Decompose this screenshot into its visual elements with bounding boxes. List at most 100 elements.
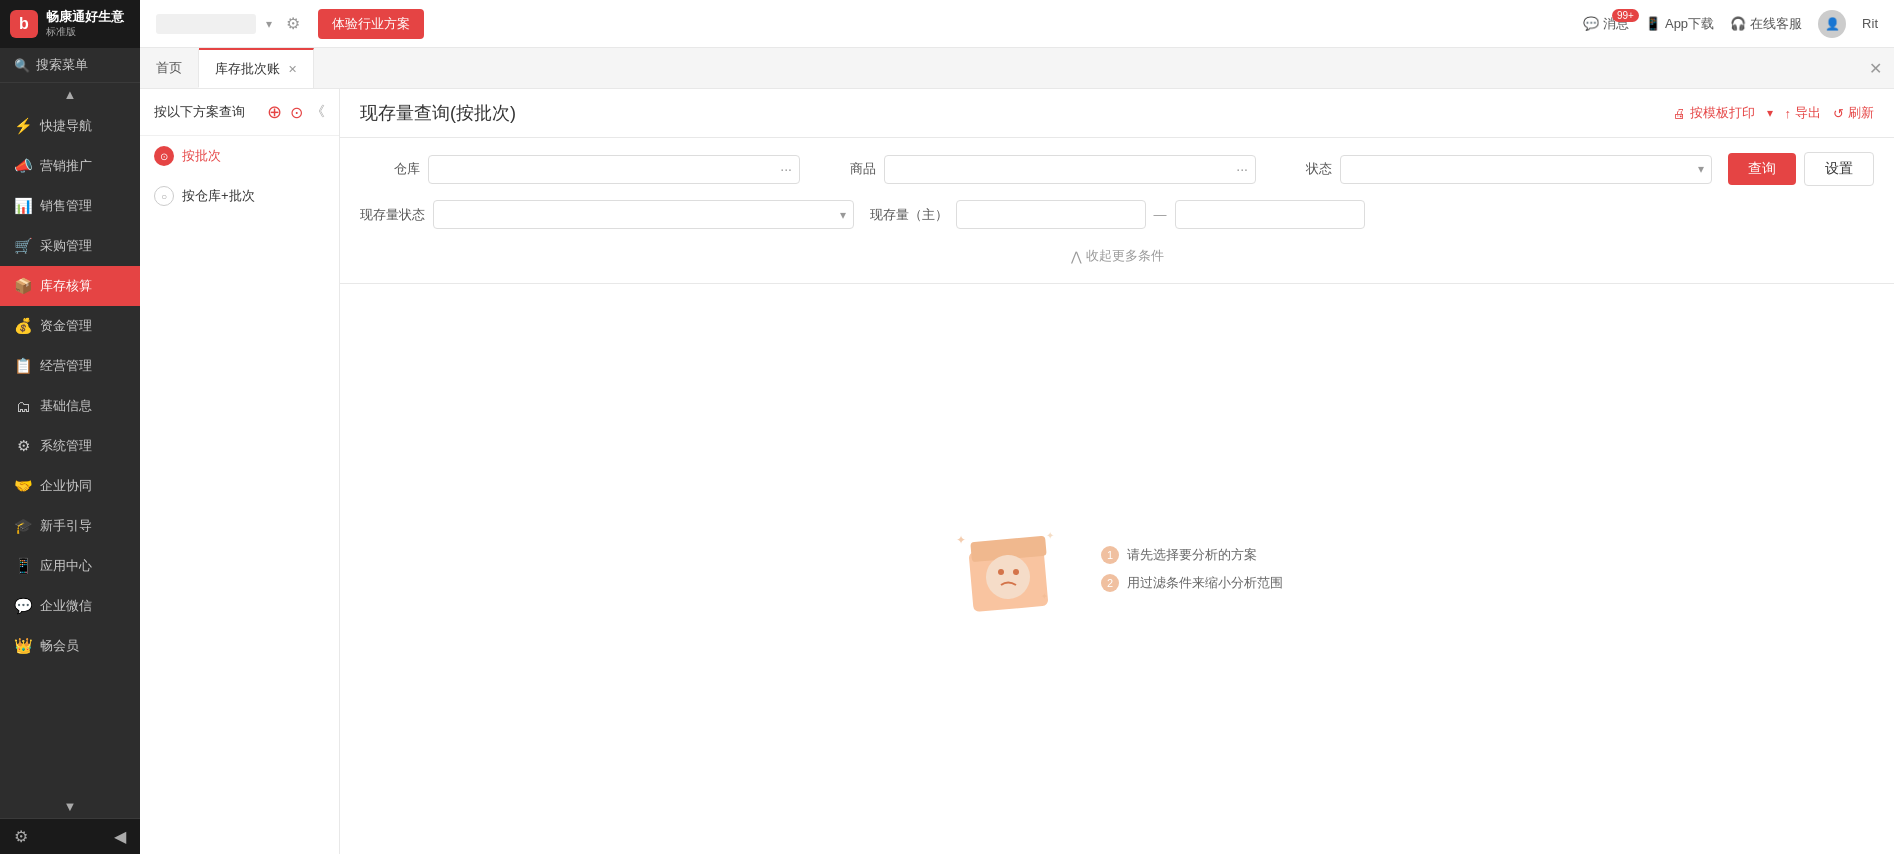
query-button[interactable]: 查询: [1728, 153, 1796, 185]
empty-tip-1: 1 请先选择要分析的方案: [1101, 546, 1283, 564]
content-header: 现存量查询(按批次) 🖨 按模板打印 ▾ ↑ 导出 ↺ 刷新: [340, 89, 1894, 138]
filter-item-label: 按批次: [182, 147, 221, 165]
service-button[interactable]: 🎧 在线客服: [1730, 15, 1802, 33]
sidebar-item-purchase[interactable]: 🛒 采购管理: [0, 226, 140, 266]
sidebar-settings-icon[interactable]: ⚙: [14, 827, 28, 846]
sidebar-item-operation[interactable]: 📋 经营管理: [0, 346, 140, 386]
header-actions: 🖨 按模板打印 ▾ ↑ 导出 ↺ 刷新: [1673, 104, 1875, 122]
inventory-qty-dash: —: [1154, 207, 1167, 222]
print-label: 按模板打印: [1690, 104, 1755, 122]
sidebar-item-system[interactable]: ⚙ 系统管理: [0, 426, 140, 466]
avatar[interactable]: 👤: [1818, 10, 1846, 38]
enterprise-icon: 🤝: [14, 477, 32, 495]
inventory-status-select-wrap: 全部 有库存 无库存 ▾: [433, 200, 854, 229]
warehouse-input-wrap: ···: [428, 155, 800, 184]
export-button[interactable]: ↑ 导出: [1785, 104, 1822, 122]
sidebar-scroll-down[interactable]: ▼: [0, 795, 140, 818]
status-field: 状态 正常 冻结 停用 ▾: [1272, 155, 1712, 184]
sidebar-item-label: 采购管理: [40, 237, 92, 255]
inventory-status-field: 现存量状态 全部 有库存 无库存 ▾: [360, 200, 854, 229]
inventory-qty-to-input[interactable]: [1175, 200, 1365, 229]
sidebar-item-enterprise[interactable]: 🤝 企业协同: [0, 466, 140, 506]
tip-text-1: 请先选择要分析的方案: [1127, 546, 1257, 564]
sidebar-item-inventory[interactable]: 📦 库存核算: [0, 266, 140, 306]
app-name: 畅康通好生意: [46, 9, 124, 25]
search-actions: 查询 设置: [1728, 152, 1874, 186]
filter-item-icon-inactive: ○: [154, 186, 174, 206]
sidebar-item-quick-nav[interactable]: ⚡ 快捷导航: [0, 106, 140, 146]
svg-point-3: [998, 569, 1004, 575]
tab-home[interactable]: 首页: [140, 49, 199, 87]
app-title-block: 畅康通好生意 标准版: [46, 9, 124, 39]
app-icon: 📱: [1645, 16, 1661, 31]
sidebar-item-finance[interactable]: 💰 资金管理: [0, 306, 140, 346]
sidebar-item-label: 销售管理: [40, 197, 92, 215]
filter-panel-header: 按以下方案查询 ⊕ ⊙ 《: [140, 89, 339, 136]
status-select[interactable]: 正常 冻结 停用: [1340, 155, 1712, 184]
sidebar-item-app-center[interactable]: 📱 应用中心: [0, 546, 140, 586]
status-label: 状态: [1272, 160, 1332, 178]
export-icon: ↑: [1785, 106, 1792, 121]
warehouse-dots[interactable]: ···: [780, 161, 792, 177]
filter-list: ⊙ 按批次 ○ 按仓库+批次: [140, 136, 339, 854]
svg-text:✦: ✦: [1041, 592, 1048, 601]
filter-item-by-batch[interactable]: ⊙ 按批次: [140, 136, 339, 176]
sidebar: b 畅康通好生意 标准版 🔍 搜索菜单 ▲ ⚡ 快捷导航 📣 营销推广 📊 销售…: [0, 0, 140, 854]
status-select-wrap: 正常 冻结 停用 ▾: [1340, 155, 1712, 184]
topbar-gear-icon[interactable]: ⚙: [286, 14, 300, 33]
sidebar-search[interactable]: 🔍 搜索菜单: [0, 48, 140, 83]
search-settings-button[interactable]: 设置: [1804, 152, 1874, 186]
empty-illustration-svg: ✦ ✦ ✦: [951, 509, 1071, 629]
inventory-qty-label: 现存量（主）: [870, 206, 948, 224]
filter-gear-icon[interactable]: ⊙: [290, 103, 303, 122]
experience-button[interactable]: 体验行业方案: [318, 9, 424, 39]
sidebar-collapse-icon[interactable]: ◀: [114, 827, 126, 846]
sidebar-item-label: 企业微信: [40, 597, 92, 615]
warehouse-input[interactable]: [428, 155, 800, 184]
filter-item-label: 按仓库+批次: [182, 187, 255, 205]
sidebar-item-sales[interactable]: 📊 销售管理: [0, 186, 140, 226]
sidebar-footer: ⚙ ◀: [0, 818, 140, 854]
filter-item-by-warehouse-batch[interactable]: ○ 按仓库+批次: [140, 176, 339, 216]
tab-inventory-batch-label: 库存批次账: [215, 60, 280, 78]
sidebar-item-basic[interactable]: 🗂 基础信息: [0, 386, 140, 426]
print-button[interactable]: 🖨 按模板打印: [1673, 104, 1755, 122]
collapse-label: 收起更多条件: [1086, 247, 1164, 265]
tab-bar-close-button[interactable]: ✕: [1857, 48, 1894, 88]
filter-collapse-icon[interactable]: 《: [311, 103, 325, 121]
sidebar-item-marketing[interactable]: 📣 营销推广: [0, 146, 140, 186]
product-input[interactable]: [884, 155, 1256, 184]
username[interactable]: Rit: [1862, 16, 1878, 31]
inventory-qty-from-input[interactable]: [956, 200, 1146, 229]
tab-close-icon[interactable]: ✕: [288, 63, 297, 76]
tab-inventory-batch[interactable]: 库存批次账 ✕: [199, 48, 314, 88]
sidebar-item-newbie[interactable]: 🎓 新手引导: [0, 506, 140, 546]
sidebar-nav: ⚡ 快捷导航 📣 营销推广 📊 销售管理 🛒 采购管理 📦 库存核算 💰 资金管…: [0, 106, 140, 795]
sidebar-item-member[interactable]: 👑 畅会员: [0, 626, 140, 666]
topbar-right: 💬 消息 99+ 📱 App下载 🎧 在线客服 👤 Rit: [1583, 10, 1878, 38]
filter-add-icon[interactable]: ⊕: [267, 101, 282, 123]
app-center-icon: 📱: [14, 557, 32, 575]
svg-point-4: [1013, 569, 1019, 575]
sidebar-item-label: 新手引导: [40, 517, 92, 535]
quick-nav-icon: ⚡: [14, 117, 32, 135]
sidebar-item-label: 畅会员: [40, 637, 79, 655]
inventory-status-select[interactable]: 全部 有库存 无库存: [433, 200, 854, 229]
service-icon: 🎧: [1730, 16, 1746, 31]
app-download-label: App下载: [1665, 15, 1714, 33]
topbar-breadcrumb-input[interactable]: [156, 14, 256, 34]
svg-text:✦: ✦: [956, 533, 966, 547]
page-title: 现存量查询(按批次): [360, 101, 516, 125]
product-dots[interactable]: ···: [1236, 161, 1248, 177]
collapse-more-button[interactable]: ⋀ 收起更多条件: [360, 243, 1874, 269]
sidebar-item-label: 库存核算: [40, 277, 92, 295]
refresh-button[interactable]: ↺ 刷新: [1833, 104, 1874, 122]
app-download-button[interactable]: 📱 App下载: [1645, 15, 1714, 33]
topbar-chevron-icon[interactable]: ▾: [266, 17, 272, 31]
basic-icon: 🗂: [14, 397, 32, 415]
sidebar-scroll-up[interactable]: ▲: [0, 83, 140, 106]
print-chevron-icon[interactable]: ▾: [1767, 106, 1773, 120]
sidebar-item-wechat[interactable]: 💬 企业微信: [0, 586, 140, 626]
message-button[interactable]: 💬 消息 99+: [1583, 15, 1629, 33]
sidebar-search-label: 搜索菜单: [36, 56, 88, 74]
